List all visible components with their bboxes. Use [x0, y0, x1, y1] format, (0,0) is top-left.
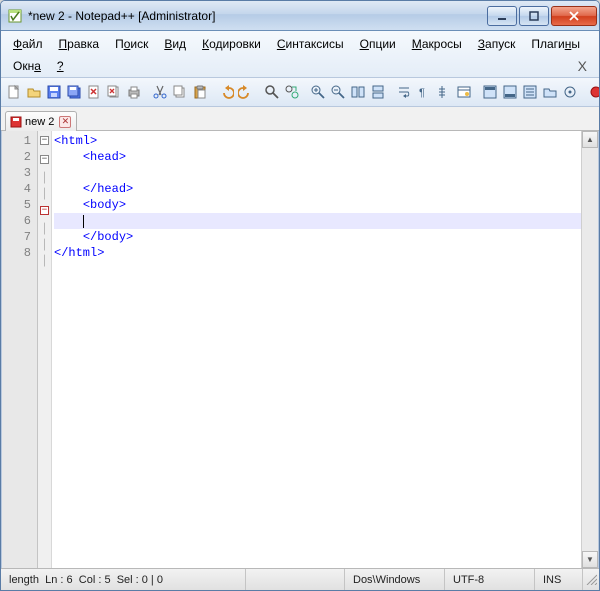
save-button[interactable] — [45, 81, 63, 103]
menubar: ФайлПравкаПоискВидКодировкиСинтаксисыОпц… — [1, 31, 599, 78]
toolbar: ¶ — [1, 78, 599, 107]
maximize-button[interactable] — [519, 6, 549, 26]
cut-button[interactable] — [151, 81, 169, 103]
menu-item[interactable]: Правка — [52, 34, 107, 54]
code-editor[interactable]: <html> <head> </head> <body> </body></ht… — [52, 131, 581, 568]
record-macro-button[interactable] — [587, 81, 599, 103]
editor-area: 12345678 −−││−│││ <html> <head> </head> … — [1, 131, 599, 568]
line-number: 5 — [2, 197, 31, 213]
user-lang-button[interactable] — [455, 81, 473, 103]
code-line[interactable]: <body> — [54, 197, 581, 213]
menu-item[interactable]: Окна — [6, 56, 48, 76]
menu-item[interactable]: Опции — [353, 34, 403, 54]
window-buttons — [485, 6, 597, 26]
scroll-track[interactable] — [582, 148, 598, 551]
code-line[interactable]: <html> — [54, 133, 581, 149]
replace-button[interactable] — [283, 81, 301, 103]
func-list-button[interactable] — [521, 81, 539, 103]
zoom-out-button[interactable] — [329, 81, 347, 103]
open-file-button[interactable] — [25, 81, 43, 103]
status-eol[interactable]: Dos\Windows — [345, 569, 445, 590]
menu-item[interactable]: Макросы — [405, 34, 469, 54]
app-icon — [7, 8, 23, 24]
close-file-button[interactable] — [85, 81, 103, 103]
zoom-in-button[interactable] — [309, 81, 327, 103]
file-tab[interactable]: new 2 ✕ — [5, 111, 77, 131]
doc-list-button[interactable] — [501, 81, 519, 103]
word-wrap-button[interactable] — [395, 81, 413, 103]
statusbar: length Ln : 6 Col : 5 Sel : 0 | 0 Dos\Wi… — [1, 568, 599, 590]
app-window: *new 2 - Notepad++ [Administrator] ФайлП… — [0, 0, 600, 591]
code-line[interactable]: </html> — [54, 245, 581, 261]
menu-item[interactable]: Файл — [6, 34, 50, 54]
menu-item[interactable]: Плагины — [524, 34, 587, 54]
code-line[interactable]: </body> — [54, 229, 581, 245]
new-file-button[interactable] — [5, 81, 23, 103]
scroll-up-button[interactable]: ▲ — [582, 131, 598, 148]
line-number: 6 — [2, 213, 31, 229]
tab-label: new 2 — [25, 116, 54, 128]
status-mode[interactable]: INS — [535, 569, 583, 590]
sync-scroll-h-button[interactable] — [369, 81, 387, 103]
print-button[interactable] — [125, 81, 143, 103]
line-number: 4 — [2, 181, 31, 197]
window-title: *new 2 - Notepad++ [Administrator] — [28, 9, 485, 23]
minimize-button[interactable] — [487, 6, 517, 26]
unsaved-icon — [10, 116, 22, 128]
menubar-close-x[interactable]: X — [570, 58, 595, 74]
line-number: 7 — [2, 229, 31, 245]
status-spacer — [246, 569, 345, 590]
resize-grip-icon[interactable] — [583, 573, 599, 587]
titlebar[interactable]: *new 2 - Notepad++ [Administrator] — [1, 1, 599, 31]
status-length: length — [9, 574, 39, 586]
tab-bar[interactable]: new 2 ✕ — [1, 107, 599, 131]
code-line[interactable] — [54, 213, 581, 229]
redo-button[interactable] — [237, 81, 255, 103]
code-line[interactable] — [54, 165, 581, 181]
tab-close-icon[interactable]: ✕ — [59, 116, 71, 128]
close-button[interactable] — [551, 6, 597, 26]
undo-button[interactable] — [217, 81, 235, 103]
line-number: 2 — [2, 149, 31, 165]
menu-item[interactable]: Поиск — [108, 34, 155, 54]
indent-guide-button[interactable] — [435, 81, 453, 103]
fold-margin[interactable]: −−││−│││ — [38, 131, 52, 568]
menu-item[interactable]: Запуск — [471, 34, 523, 54]
code-line[interactable]: </head> — [54, 181, 581, 197]
monitoring-button[interactable] — [561, 81, 579, 103]
find-button[interactable] — [263, 81, 281, 103]
show-all-chars-button[interactable]: ¶ — [415, 81, 433, 103]
code-line[interactable]: <head> — [54, 149, 581, 165]
status-sel: Sel : 0 | 0 — [117, 574, 163, 586]
status-encoding[interactable]: UTF-8 — [445, 569, 535, 590]
status-ln: Ln : 6 — [45, 574, 73, 586]
line-number: 1 — [2, 133, 31, 149]
doc-map-button[interactable] — [481, 81, 499, 103]
line-number: 8 — [2, 245, 31, 261]
menu-item[interactable]: Синтаксисы — [270, 34, 351, 54]
folder-workspace-button[interactable] — [541, 81, 559, 103]
scroll-down-button[interactable]: ▼ — [582, 551, 598, 568]
menu-item[interactable]: ? — [50, 56, 71, 76]
copy-button[interactable] — [171, 81, 189, 103]
vertical-scrollbar[interactable]: ▲ ▼ — [581, 131, 598, 568]
menu-item[interactable]: Вид — [157, 34, 193, 54]
close-all-button[interactable] — [105, 81, 123, 103]
line-number-gutter: 12345678 — [2, 131, 38, 568]
line-number: 3 — [2, 165, 31, 181]
paste-button[interactable] — [191, 81, 209, 103]
sync-scroll-v-button[interactable] — [349, 81, 367, 103]
svg-text:¶: ¶ — [419, 87, 425, 99]
save-all-button[interactable] — [65, 81, 83, 103]
menu-item[interactable]: Кодировки — [195, 34, 268, 54]
status-col: Col : 5 — [79, 574, 111, 586]
